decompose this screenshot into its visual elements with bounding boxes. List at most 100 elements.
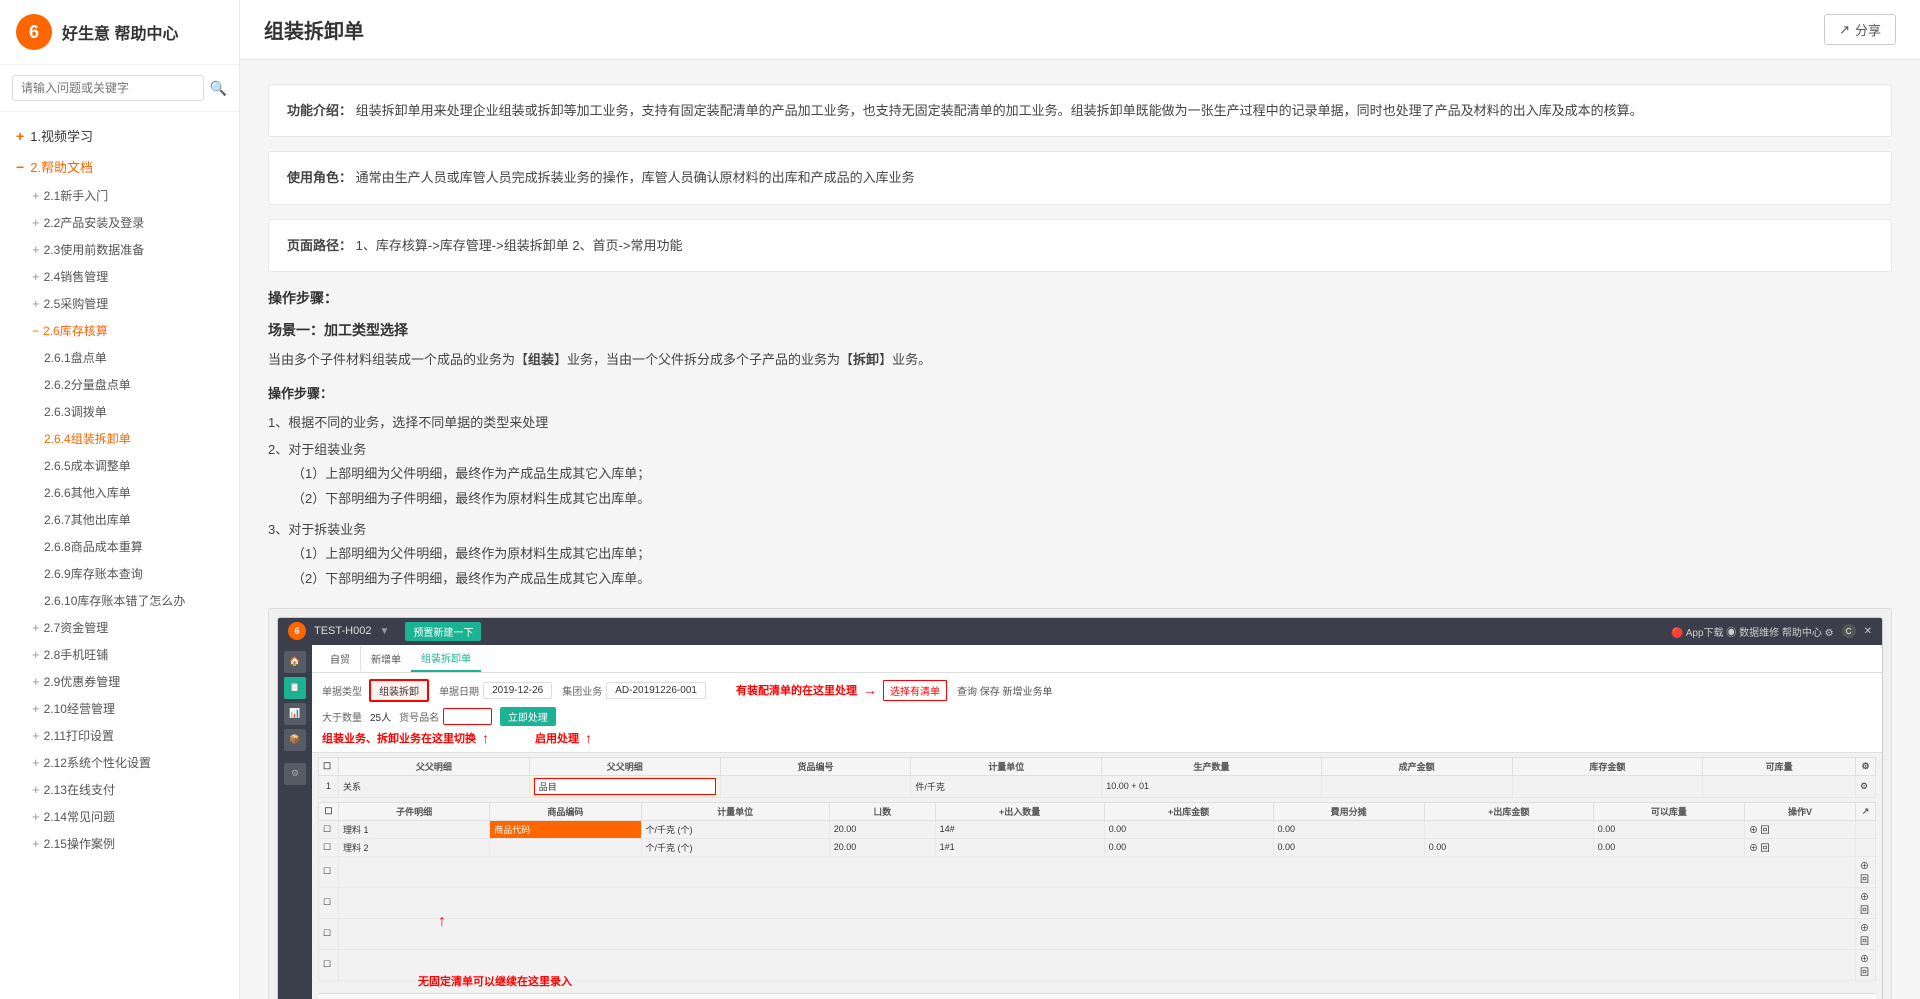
- mock-th-2: 父父明细: [529, 757, 720, 775]
- mock-td-8: [1703, 775, 1856, 797]
- annotation-text-3: 启用处理: [535, 730, 579, 746]
- sidebar-item-label: 2.3使用前数据准备: [44, 241, 145, 258]
- mock-form-area: 单据类型 组装拆卸 单据日期 2019-12-26 集团业务: [312, 673, 1882, 753]
- mock-date-value: 2019-12-26: [483, 682, 552, 699]
- mock-ltd4-op: ⊕ 回: [1856, 887, 1876, 918]
- expand-icon: +: [32, 620, 40, 635]
- search-button[interactable]: 🔍: [210, 80, 227, 97]
- sidebar-item-2-14[interactable]: + 2.14常见问题: [0, 803, 239, 830]
- sidebar-leaf-2-6-2[interactable]: 2.6.2分量盘点单: [0, 371, 239, 398]
- path-label: 页面路径：: [287, 238, 352, 253]
- sidebar-item-2-6[interactable]: − 2.6库存核算: [0, 317, 239, 344]
- sidebar-item-2-1[interactable]: + 2.1新手入门: [0, 182, 239, 209]
- sidebar-item-label: 2.4销售管理: [44, 268, 109, 285]
- sidebar-leaf-2-6-8[interactable]: 2.6.8商品成本重算: [0, 533, 239, 560]
- sidebar-item-label: 2.帮助文档: [30, 157, 93, 176]
- mock-ltd5-empty: [339, 918, 1856, 949]
- mock-ltd2-qty: 20.00: [829, 838, 935, 856]
- mock-upper-table: ☐ 父父明细 父父明细 货品编号 计量单位 生产数量 成产金额 库存金额: [318, 757, 1876, 798]
- sidebar-item-2-5[interactable]: + 2.5采购管理: [0, 290, 239, 317]
- mock-id-value: AD-20191226-001: [606, 682, 706, 699]
- sidebar-item-video[interactable]: + 1.视频学习: [0, 120, 239, 151]
- sidebar-leaf-2-6-9[interactable]: 2.6.9库存账本查询: [0, 560, 239, 587]
- mock-th-checkbox: ☐: [319, 757, 339, 775]
- sidebar-leaf-2-6-1[interactable]: 2.6.1盘点单: [0, 344, 239, 371]
- sidebar-item-2-2[interactable]: + 2.2产品安装及登录: [0, 209, 239, 236]
- mock-ltd2-cb: ☐: [319, 838, 339, 856]
- sidebar-item-2-8[interactable]: + 2.8手机旺铺: [0, 641, 239, 668]
- expand-icon: +: [32, 809, 40, 824]
- mock-annotation-2: 组装业务、拆卸业务在这里切换 ↑ 启用处理 ↑: [322, 730, 1872, 746]
- mock-date-field: 单据日期 2019-12-26: [439, 682, 552, 699]
- expand-icon: +: [32, 296, 40, 311]
- top-bar: 组装拆卸单 ↗ 分享: [240, 0, 1920, 60]
- annotation-arrow-4: ↑: [438, 913, 446, 931]
- sidebar-leaf-2-6-7[interactable]: 2.6.7其他出库单: [0, 506, 239, 533]
- mock-th-6: 成产金额: [1321, 757, 1512, 775]
- mock-ltd-unit: 个/千克 (个): [641, 820, 829, 838]
- annotation-text-2: 组装业务、拆卸业务在这里切换: [322, 730, 476, 746]
- sidebar-leaf-2-6-4[interactable]: 2.6.4组装拆卸单: [0, 425, 239, 452]
- mock-lth-5: +出入数量: [935, 802, 1104, 820]
- sidebar-item-label: 2.10经营管理: [44, 700, 115, 717]
- mock-ltd2-alloc: 0.00: [1273, 838, 1424, 856]
- mock-ltd4-empty: [339, 887, 1856, 918]
- sidebar-leaf-2-6-6[interactable]: 2.6.6其他入库单: [0, 479, 239, 506]
- mock-lower-section: ☐ 子件明细 商品编码 计量单位 ㄩ数 +出入数量 +出库金额: [318, 802, 1876, 981]
- mock-ltd2-op2: [1856, 838, 1876, 856]
- mock-annotation-1: 有装配清单的在这里处理 → 选择有清单 查询 保存 新增业务单: [736, 680, 1053, 701]
- mock-td-1: 关系: [339, 775, 530, 797]
- sidebar-item-2-3[interactable]: + 2.3使用前数据准备: [0, 236, 239, 263]
- mock-goods-label: 货号品名: [399, 709, 439, 724]
- main-content: 组装拆卸单 ↗ 分享 功能介绍： 组装拆卸单用来处理企业组装或拆卸等加工业务，支…: [240, 0, 1920, 999]
- sidebar-item-2-9[interactable]: + 2.9优惠券管理: [0, 668, 239, 695]
- mock-type-field: 单据类型 组装拆卸: [322, 679, 429, 702]
- mock-th-7: 库存金额: [1512, 757, 1703, 775]
- mock-lth-1: 子件明细: [339, 802, 490, 820]
- sidebar-leaf-2-6-3[interactable]: 2.6.3调拨单: [0, 398, 239, 425]
- sidebar-item-label: 2.12系统个性化设置: [44, 754, 151, 771]
- mock-footer: 合计 ¥0.00 0.00 0.00 0.00 ⊕ 回: [318, 993, 1876, 999]
- sidebar-leaf-2-6-10[interactable]: 2.6.10库存账本错了怎么办: [0, 587, 239, 614]
- collapse-icon: −: [16, 159, 24, 175]
- sidebar-item-2-10[interactable]: + 2.10经营管理: [0, 695, 239, 722]
- step-2-sub1: （1）上部明细为父件明细，最终作为产成品生成其它入库单；: [268, 462, 1892, 487]
- mock-ltd-in: 14#: [935, 820, 1104, 838]
- mock-search-label: 大于数量: [322, 709, 362, 724]
- mock-td-7: [1512, 775, 1703, 797]
- mock-ltd-qty: 20.00: [829, 820, 935, 838]
- mock-ltd-cb: ☐: [319, 820, 339, 838]
- search-bar: 🔍: [0, 65, 239, 112]
- mock-ltd-amt2: [1424, 820, 1593, 838]
- table-row: ☐ ⊕ 回: [319, 918, 1876, 949]
- mock-lth-3: 计量单位: [641, 802, 829, 820]
- sidebar-item-2-11[interactable]: + 2.11打印设置: [0, 722, 239, 749]
- expand-icon: +: [32, 647, 40, 662]
- path-block: 页面路径： 1、库存核算->库存管理->组装拆卸单 2、首页->常用功能: [268, 219, 1892, 272]
- mock-lth-exp: ↗: [1856, 802, 1876, 820]
- sidebar-item-2-15[interactable]: + 2.15操作案例: [0, 830, 239, 857]
- mock-ltd3-op: ⊕ 回: [1856, 856, 1876, 887]
- sidebar-item-docs[interactable]: − 2.帮助文档: [0, 151, 239, 182]
- mock-avatar: C: [1842, 624, 1856, 638]
- mock-confirm-btn: 立即处理: [500, 707, 556, 726]
- role-text: 通常由生产人员或库管人员完成拆装业务的操作，库管人员确认原材料的出库和产成品的入…: [356, 170, 915, 185]
- mock-ltd-name: 理料 1: [339, 820, 490, 838]
- annotation-text-4: 无固定清单可以继续在这里录入: [418, 973, 572, 989]
- mock-ltd-code: 商品代码: [490, 820, 641, 838]
- feature-intro-block: 功能介绍： 组装拆卸单用来处理企业组装或拆卸等加工业务，支持有固定装配清单的产品…: [268, 84, 1892, 137]
- expand-icon: +: [32, 755, 40, 770]
- share-button[interactable]: ↗ 分享: [1824, 14, 1896, 45]
- mock-sidebar-icon-5: ⚙: [284, 763, 306, 785]
- sidebar-item-2-12[interactable]: + 2.12系统个性化设置: [0, 749, 239, 776]
- sidebar-leaf-2-6-5[interactable]: 2.6.5成本调整单: [0, 452, 239, 479]
- sidebar-item-label: 2.9优惠券管理: [44, 673, 121, 690]
- sidebar-item-2-13[interactable]: + 2.13在线支付: [0, 776, 239, 803]
- search-input[interactable]: [12, 75, 204, 101]
- mock-input-highlight: 品目: [534, 778, 716, 795]
- mock-lth-4: ㄩ数: [829, 802, 935, 820]
- sidebar-item-2-7[interactable]: + 2.7资金管理: [0, 614, 239, 641]
- sidebar-item-label: 2.6库存核算: [43, 322, 108, 339]
- sidebar-item-2-4[interactable]: + 2.4销售管理: [0, 263, 239, 290]
- screenshot-container: 6 TEST-H002 ▼ 预置新建一下 🔴 App下载 ◉ 数据维修 帮助中心…: [268, 608, 1892, 999]
